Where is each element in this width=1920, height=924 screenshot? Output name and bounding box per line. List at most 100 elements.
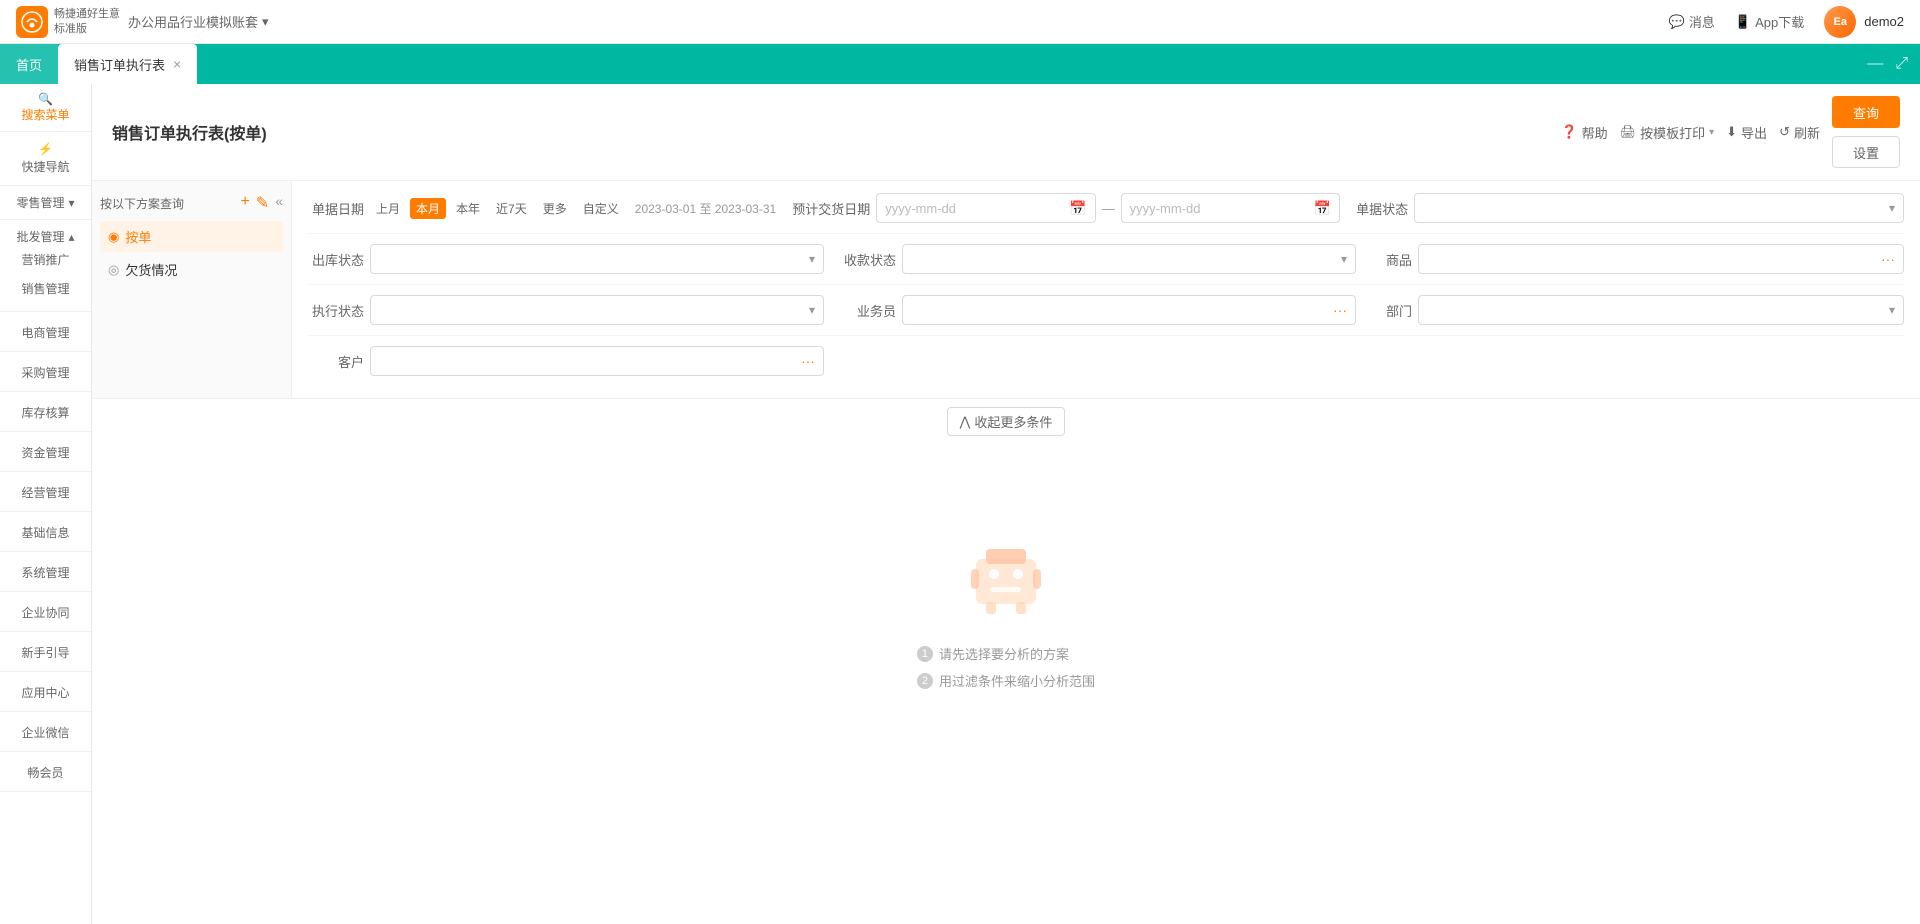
execution-label: 执行状态 (308, 301, 364, 320)
filter-option-by-order[interactable]: ◉ 按单 (100, 221, 283, 252)
sidebar-item-ecommerce[interactable]: 电商管理 (0, 312, 91, 352)
tab-expand-icon[interactable]: ⤢ (1895, 55, 1908, 73)
retail-label: 零售管理 (16, 194, 64, 211)
collapse-more-btn[interactable]: ⋀ 收起更多条件 (947, 407, 1066, 436)
outbound-label: 出库状态 (308, 250, 364, 269)
export-label: 导出 (1741, 123, 1767, 142)
sidebar-item-finance[interactable]: 资金管理 (0, 432, 91, 472)
receipt-select[interactable]: ▾ (902, 244, 1356, 274)
print-chevron: ▾ (1709, 127, 1714, 138)
execution-select[interactable]: ▾ (370, 295, 824, 325)
basic-label: 基础信息 (21, 524, 69, 541)
last-month-btn[interactable]: 上月 (370, 198, 406, 219)
purchase-label: 采购管理 (21, 364, 69, 381)
add-scheme-icon[interactable]: + (240, 193, 249, 213)
custom-btn[interactable]: 自定义 (577, 198, 625, 219)
refresh-btn[interactable]: ↺ 刷新 (1779, 123, 1820, 142)
sidebar-item-inventory[interactable]: 库存核算 (0, 392, 91, 432)
filter-option-icon-shortage: ◎ (108, 262, 119, 278)
sidebar-item-purchase[interactable]: 采购管理 (0, 352, 91, 392)
help-icon: ❓ (1561, 124, 1577, 140)
customer-select[interactable]: ··· (370, 346, 824, 376)
app-download-label: App下载 (1755, 12, 1804, 31)
sidebar-item-operation[interactable]: 经营管理 (0, 472, 91, 512)
customer-ellipsis[interactable]: ··· (801, 353, 815, 369)
more-btn[interactable]: 更多 (537, 198, 573, 219)
system-label: 系统管理 (21, 564, 69, 581)
sidebar-item-quick-nav[interactable]: ⚡ 快捷导航 (0, 132, 91, 186)
export-btn[interactable]: ⬇ 导出 (1726, 123, 1767, 142)
outbound-select[interactable]: ▾ (370, 244, 824, 274)
edit-scheme-icon[interactable]: ✎ (256, 193, 269, 213)
dept-select[interactable]: ▾ (1418, 295, 1904, 325)
this-month-btn[interactable]: 本月 (410, 198, 446, 219)
recent7-btn[interactable]: 近7天 (490, 198, 533, 219)
tip1-text: 请先选择要分析的方案 (939, 644, 1069, 663)
export-icon: ⬇ (1726, 124, 1737, 140)
page-header: 销售订单执行表(按单) ❓ 帮助 🖨 按模板打印 ▾ ⬇ 导出 (92, 84, 1920, 181)
filter-option-by-order-label: 按单 (125, 227, 151, 246)
help-btn[interactable]: ❓ 帮助 (1561, 123, 1607, 142)
help-label: 帮助 (1582, 123, 1608, 142)
tip2-text: 用过滤条件来缩小分析范围 (939, 671, 1095, 690)
cal-end-icon: 📅 (1314, 200, 1331, 217)
app-download-action[interactable]: 📱 App下载 (1735, 12, 1804, 31)
collapse-icon: ⋀ (960, 414, 971, 430)
sidebar-item-sales[interactable]: 销售管理 (4, 274, 87, 303)
corp-collab-label: 企业协同 (21, 604, 69, 621)
tab-close-icon[interactable]: × (173, 56, 181, 72)
empty-state: 1 请先选择要分析的方案 2 用过滤条件来缩小分析范围 (92, 444, 1920, 770)
sidebar-item-new-guide[interactable]: 新手引导 (0, 632, 91, 672)
tab-sales-exec[interactable]: 销售订单执行表 × (58, 44, 197, 84)
sidebar-item-corp-wechat[interactable]: 企业微信 (0, 712, 91, 752)
goods-select[interactable]: ··· (1418, 244, 1904, 274)
user-area[interactable]: Ea demo2 (1824, 6, 1904, 38)
cal-start-icon: 📅 (1069, 200, 1086, 217)
receipt-chevron: ▾ (1341, 252, 1347, 266)
inventory-label: 库存核算 (21, 404, 69, 421)
expected-date-end[interactable]: yyyy-mm-dd 📅 (1121, 193, 1340, 223)
sidebar-item-marketing[interactable]: 营销推广 (4, 245, 87, 274)
filter-scheme-actions: + ✎ « (240, 193, 283, 213)
sidebar-item-corp-collab[interactable]: 企业协同 (0, 592, 91, 632)
salesperson-select[interactable]: ··· (902, 295, 1356, 325)
date-quick-btns: 上月 本月 本年 近7天 更多 自定义 (370, 198, 625, 219)
status-select[interactable]: ▾ (1414, 193, 1904, 223)
sidebar-item-retail[interactable]: 零售管理 ▾ (0, 186, 91, 220)
collapse-more-label: 收起更多条件 (974, 412, 1052, 431)
main-layout: 🔍 搜索菜单 ⚡ 快捷导航 零售管理 ▾ 批发管理 ▴ 营销推广 销售管理 电商… (0, 84, 1920, 924)
this-year-btn[interactable]: 本年 (450, 198, 486, 219)
retail-expand-icon: ▾ (68, 196, 74, 210)
print-btn[interactable]: 🖨 按模板打印 ▾ (1620, 123, 1715, 142)
query-button[interactable]: 查询 (1832, 96, 1900, 128)
sidebar-item-wholesale[interactable]: 批发管理 ▴ 营销推广 销售管理 (0, 220, 91, 312)
message-action[interactable]: 💬 消息 (1669, 12, 1715, 31)
receipt-label: 收款状态 (840, 250, 896, 269)
filter-option-shortage[interactable]: ◎ 欠货情况 (100, 254, 283, 285)
collapse-scheme-icon[interactable]: « (275, 193, 283, 213)
sidebar-item-vip[interactable]: 畅会员 (0, 752, 91, 792)
breadcrumb[interactable]: 办公用品行业模拟账套 ▾ (128, 12, 269, 31)
top-header: 畅捷通好生意 标准版 办公用品行业模拟账套 ▾ 💬 消息 📱 App下载 Ea … (0, 0, 1920, 44)
status-label: 单据状态 (1356, 199, 1408, 218)
expected-date-start[interactable]: yyyy-mm-dd 📅 (876, 193, 1095, 223)
dept-label: 部门 (1372, 301, 1412, 320)
goods-ellipsis[interactable]: ··· (1881, 251, 1895, 267)
tab-minimize-icon[interactable]: — (1867, 55, 1883, 73)
sidebar-item-system[interactable]: 系统管理 (0, 552, 91, 592)
tab-home[interactable]: 首页 (0, 44, 58, 84)
refresh-icon: ↺ (1779, 124, 1790, 140)
ecommerce-label: 电商管理 (21, 324, 69, 341)
header-right: 💬 消息 📱 App下载 Ea demo2 (1669, 6, 1904, 38)
sidebar-item-search[interactable]: 🔍 搜索菜单 (0, 84, 91, 132)
settings-button[interactable]: 设置 (1832, 136, 1900, 168)
expected-date-end-placeholder: yyyy-mm-dd (1130, 201, 1201, 216)
salesperson-ellipsis[interactable]: ··· (1333, 302, 1347, 318)
customer-label: 客户 (308, 352, 364, 371)
date-label: 单据日期 (308, 199, 364, 218)
filter-scheme-title: 按以下方案查询 (100, 195, 184, 212)
operation-label: 经营管理 (21, 484, 69, 501)
sidebar-item-basic[interactable]: 基础信息 (0, 512, 91, 552)
new-guide-label: 新手引导 (21, 644, 69, 661)
sidebar-item-app-center[interactable]: 应用中心 (0, 672, 91, 712)
